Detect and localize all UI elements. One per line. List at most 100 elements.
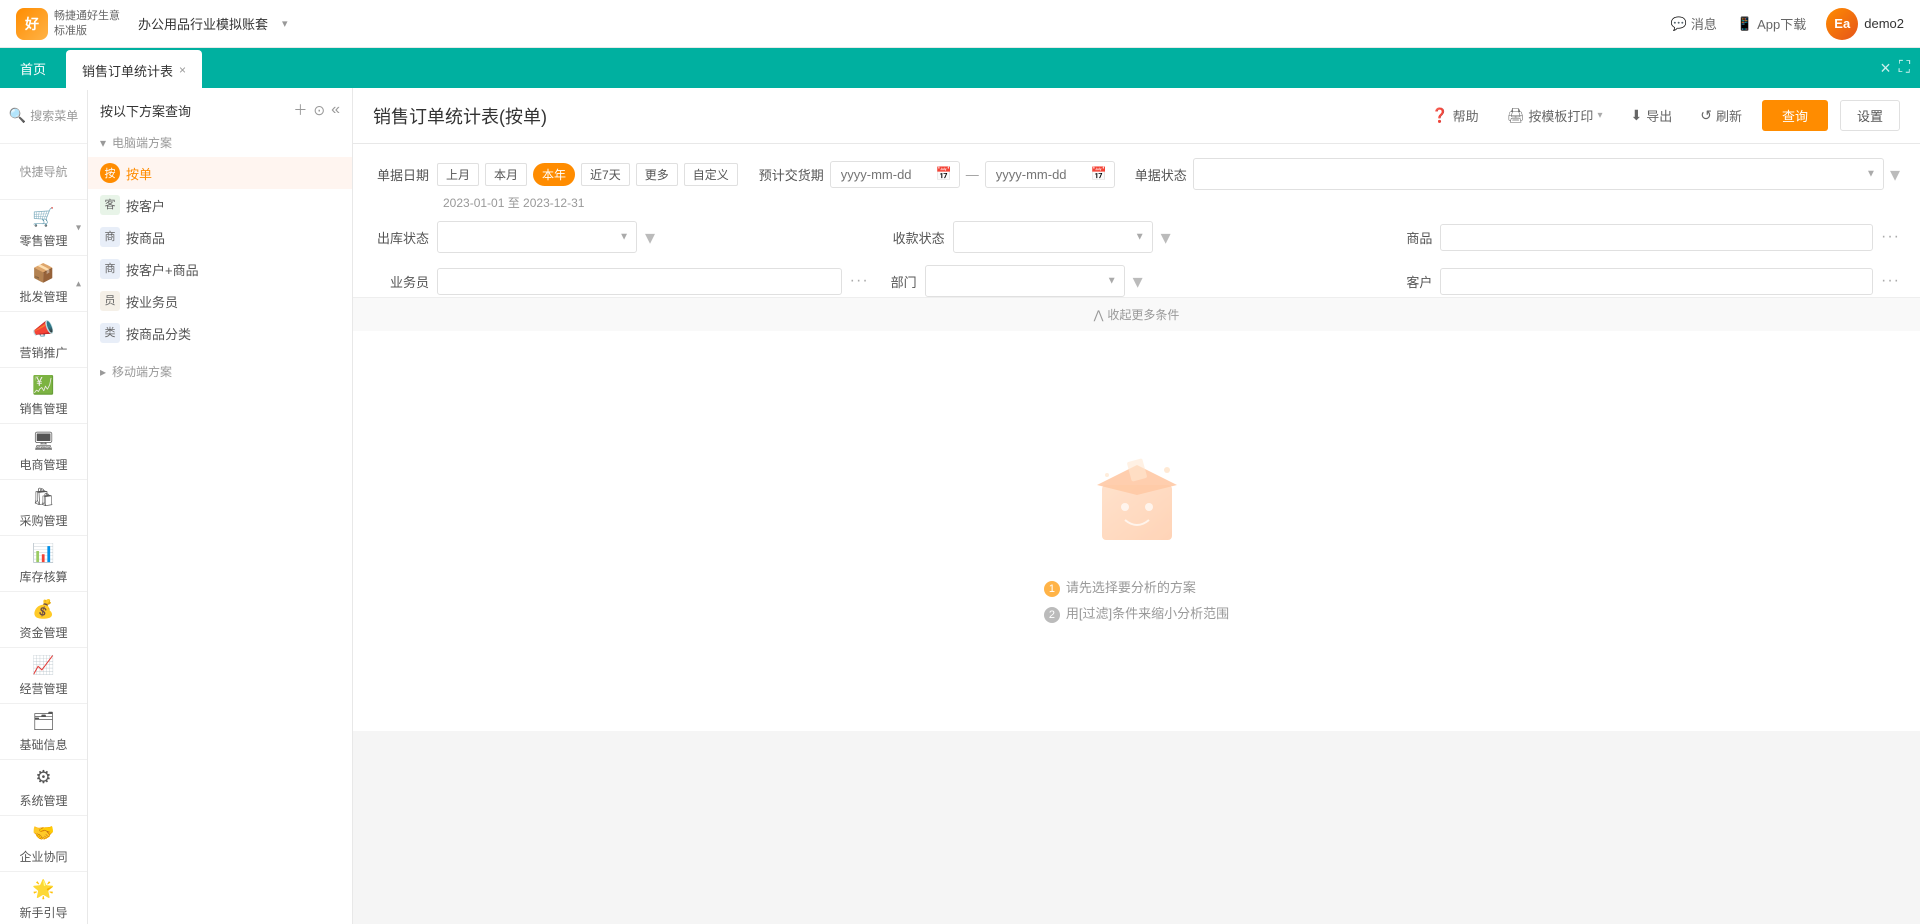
sidebar-item-quicknav[interactable]: 快捷导航 bbox=[0, 144, 87, 200]
date-this-year[interactable]: 本年 bbox=[533, 163, 575, 186]
enterprise-icon: 🤝 bbox=[32, 823, 54, 844]
customer-ellipsis[interactable]: ··· bbox=[1881, 272, 1900, 290]
sidebar-item-operation[interactable]: 📈 经营管理 bbox=[0, 648, 87, 704]
user-avatar: Ea bbox=[1826, 8, 1858, 40]
refresh-btn[interactable]: ↺ 刷新 bbox=[1692, 102, 1750, 129]
sidebar-item-wholesale[interactable]: 📦 批发管理 ▴ bbox=[0, 256, 87, 312]
tree-item-by-category[interactable]: 类 按商品分类 bbox=[88, 317, 352, 349]
goods-label: 商品 bbox=[1404, 228, 1432, 247]
message-icon: 💬 bbox=[1671, 16, 1687, 32]
goods-ellipsis[interactable]: ··· bbox=[1881, 228, 1900, 246]
print-arrow: ▾ bbox=[1597, 110, 1602, 121]
sidebar-item-enterprise[interactable]: 🤝 企业协同 bbox=[0, 816, 87, 872]
tab-close-btn[interactable]: × bbox=[1880, 58, 1891, 79]
sidebar-item-retail[interactable]: 🛒 零售管理 ▾ bbox=[0, 200, 87, 256]
by-category-icon: 类 bbox=[100, 323, 120, 343]
payment-status-select[interactable] bbox=[953, 221, 1153, 253]
tree-item-by-cust-prod[interactable]: 商 按客户+商品 bbox=[88, 253, 352, 285]
ship-label: 出库状态 bbox=[373, 228, 429, 247]
filter-delivery-cell: 预计交货期 📅 — 📅 bbox=[754, 161, 1115, 188]
salesperson-input[interactable] bbox=[437, 268, 842, 295]
date-label: 单据日期 bbox=[373, 165, 429, 184]
collapse-row[interactable]: ⋀ 收起更多条件 bbox=[353, 297, 1920, 331]
goods-input[interactable] bbox=[1440, 224, 1873, 251]
dept-select[interactable] bbox=[925, 265, 1125, 297]
sidebar-item-newbie[interactable]: 🌟 新手引导 bbox=[0, 872, 87, 924]
marketing-icon: 📣 bbox=[32, 319, 54, 340]
dept-select-container bbox=[925, 265, 1125, 297]
tree-item-by-salesperson[interactable]: 员 按业务员 bbox=[88, 285, 352, 317]
customer-input[interactable] bbox=[1440, 268, 1873, 295]
tree-section-pc[interactable]: ▾ 电脑端方案 bbox=[88, 128, 352, 157]
tree-section-mobile[interactable]: ▸ 移动端方案 bbox=[88, 357, 352, 386]
delivery-start-input[interactable] bbox=[830, 161, 960, 188]
message-action[interactable]: 💬 消息 bbox=[1671, 14, 1717, 33]
print-btn[interactable]: 🖨 按模板打印 ▾ bbox=[1499, 102, 1611, 129]
basic-icon: 🗂 bbox=[32, 711, 55, 732]
user-area[interactable]: Ea demo2 bbox=[1826, 8, 1904, 40]
app-title-arrow[interactable]: ▾ bbox=[282, 17, 288, 30]
inventory-icon: 📊 bbox=[32, 543, 54, 564]
by-customer-icon: 客 bbox=[100, 195, 120, 215]
logo-area: 好 畅捷通好生意 标准版 bbox=[16, 8, 120, 40]
filter-row-2: 出库状态 ▾ 收款状态 ▾ 商品 bbox=[373, 221, 1900, 253]
date-last-7days[interactable]: 近7天 bbox=[581, 163, 630, 186]
sidebar-item-purchase[interactable]: 🛍 采购管理 bbox=[0, 480, 87, 536]
system-icon: ⚙ bbox=[35, 767, 51, 788]
tree-item-by-order[interactable]: 按 按单 bbox=[88, 157, 352, 189]
ecommerce-icon: 🖥 bbox=[32, 431, 55, 452]
sidebar-item-ecommerce[interactable]: 🖥 电商管理 bbox=[0, 424, 87, 480]
scheme-settings-btn[interactable]: ⊙ bbox=[313, 102, 325, 119]
salesperson-ellipsis[interactable]: ··· bbox=[850, 272, 869, 290]
by-salesperson-icon: 员 bbox=[100, 291, 120, 311]
sales-icon: 💹 bbox=[32, 375, 54, 396]
app-download-action[interactable]: 📱 App下载 bbox=[1737, 14, 1806, 33]
empty-tip-2: 用[过滤]条件来缩小分析范围 bbox=[1044, 601, 1229, 627]
collapse-panel-btn[interactable]: « bbox=[331, 101, 340, 119]
date-custom[interactable]: 自定义 bbox=[684, 163, 738, 186]
date-more[interactable]: 更多 bbox=[636, 163, 678, 186]
ship-status-select[interactable] bbox=[437, 221, 637, 253]
dept-expand-icon: ▾ bbox=[1133, 269, 1143, 294]
tree-item-by-customer[interactable]: 客 按客户 bbox=[88, 189, 352, 221]
sidebar-item-basic[interactable]: 🗂 基础信息 bbox=[0, 704, 87, 760]
sidebar-item-inventory[interactable]: 📊 库存核算 bbox=[0, 536, 87, 592]
payment-select-container bbox=[953, 221, 1153, 253]
purchase-icon: 🛍 bbox=[32, 487, 55, 508]
app-title: 办公用品行业模拟账套 bbox=[138, 14, 268, 33]
delivery-start-wrap: 📅 bbox=[830, 161, 960, 188]
filter-goods-cell: 商品 ··· bbox=[1404, 221, 1900, 253]
empty-state: 请先选择要分析的方案 用[过滤]条件来缩小分析范围 bbox=[353, 331, 1920, 731]
tab-home[interactable]: 首页 bbox=[0, 48, 66, 88]
tab-sales-statistics[interactable]: 销售订单统计表 × bbox=[66, 50, 202, 90]
filter-customer-cell: 客户 ··· bbox=[1404, 265, 1900, 297]
tab-close-icon[interactable]: × bbox=[179, 63, 186, 77]
sidebar-item-marketing[interactable]: 📣 营销推广 bbox=[0, 312, 87, 368]
tree-item-by-product[interactable]: 商 按商品 bbox=[88, 221, 352, 253]
filter-ship-cell: 出库状态 ▾ bbox=[373, 221, 869, 253]
sidebar-item-sales[interactable]: 💹 销售管理 bbox=[0, 368, 87, 424]
tab-maximize-btn[interactable]: ⛶ bbox=[1899, 59, 1910, 77]
top-bar-right: 💬 消息 📱 App下载 Ea demo2 bbox=[1671, 8, 1904, 40]
left-panel-actions: ＋ ⊙ « bbox=[293, 100, 340, 120]
date-this-month[interactable]: 本月 bbox=[485, 163, 527, 186]
dept-label: 部门 bbox=[889, 272, 917, 291]
add-scheme-btn[interactable]: ＋ bbox=[293, 100, 307, 120]
sidebar-item-search[interactable]: 🔍 搜索菜单 bbox=[0, 88, 87, 144]
sidebar-item-finance[interactable]: 💰 资金管理 bbox=[0, 592, 87, 648]
search-icon: 🔍 bbox=[9, 107, 26, 124]
help-btn[interactable]: ❓ 帮助 bbox=[1423, 102, 1486, 129]
status-select[interactable]: 全部 bbox=[1193, 158, 1884, 190]
delivery-end-input[interactable] bbox=[985, 161, 1115, 188]
date-quick-group: 上月 本月 本年 近7天 更多 自定义 bbox=[437, 163, 738, 186]
export-btn[interactable]: ⬇ 导出 bbox=[1622, 102, 1680, 129]
user-name[interactable]: demo2 bbox=[1864, 16, 1904, 31]
setting-button[interactable]: 设置 bbox=[1840, 100, 1900, 131]
export-icon: ⬇ bbox=[1630, 107, 1642, 124]
date-last-month[interactable]: 上月 bbox=[437, 163, 479, 186]
active-badge: 按 bbox=[100, 163, 120, 183]
query-button[interactable]: 查询 bbox=[1762, 100, 1828, 131]
expand-icon: ▾ bbox=[76, 222, 81, 233]
sidebar-item-system[interactable]: ⚙ 系统管理 bbox=[0, 760, 87, 816]
delivery-label: 预计交货期 bbox=[754, 165, 824, 184]
